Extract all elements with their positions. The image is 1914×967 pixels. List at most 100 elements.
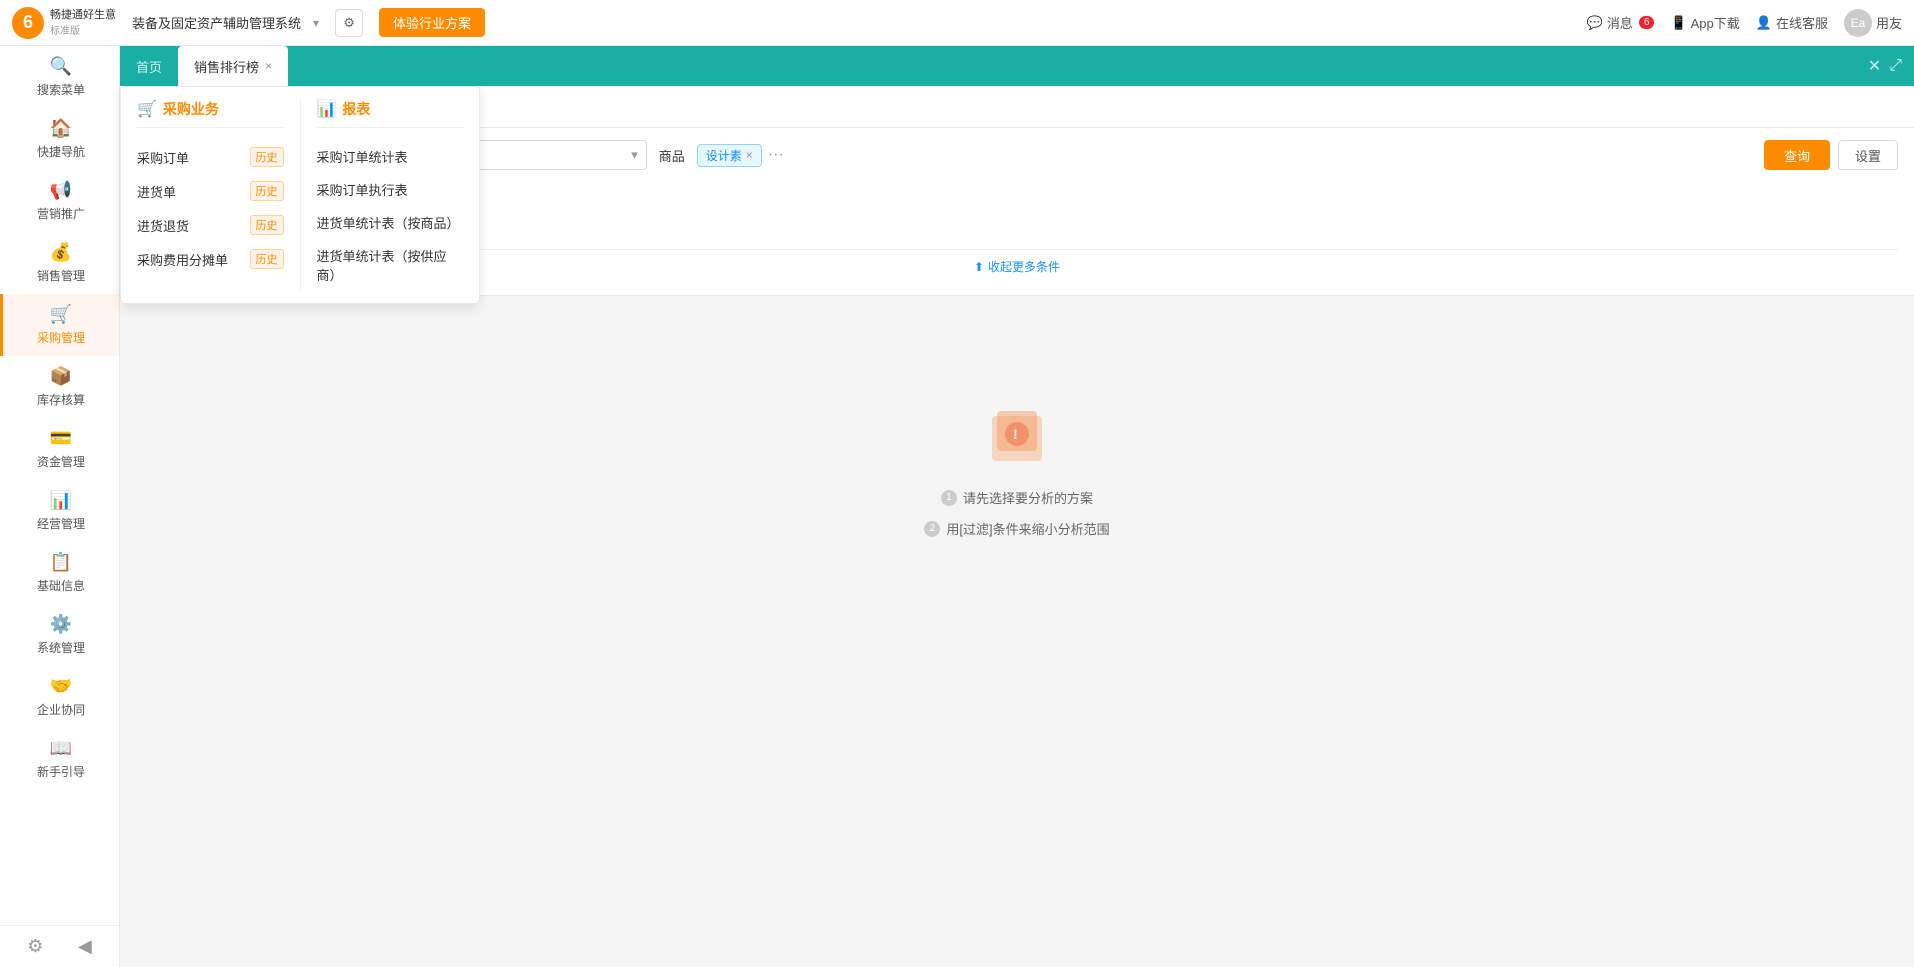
goods-more-dots[interactable]: ··· [768, 146, 784, 164]
sidebar-label-search: 搜索菜单 [37, 81, 85, 98]
menu-header-purchase: 🛒 采购业务 [137, 99, 284, 128]
sidebar-label-cooperation: 企业协同 [37, 701, 85, 718]
industry-button[interactable]: 体验行业方案 [379, 8, 485, 37]
return-label: 进货退货 [137, 216, 242, 235]
avatar: Ea [1844, 9, 1872, 37]
empty-step-2: 2 用[过滤]条件来缩小分析范围 [924, 519, 1109, 538]
user-label: 用友 [1876, 13, 1902, 32]
sidebar-item-guide[interactable]: 📖 新手引导 [0, 728, 119, 790]
top-header: 6 畅捷通好生意 标准版 装备及固定资产辅助管理系统 ▾ ⚙ 体验行业方案 💬 … [0, 0, 1914, 46]
menu-columns: 🛒 采购业务 采购订单 历史 进货单 历史 进货退货 历史 采购费用分摊单 历史 [121, 99, 479, 291]
sidebar-item-marketing[interactable]: 📢 营销推广 [0, 170, 119, 232]
sidebar-item-sales[interactable]: 💰 销售管理 [0, 232, 119, 294]
empty-text-2: 用[过滤]条件来缩小分析范围 [946, 519, 1109, 538]
message-label: 消息 [1607, 13, 1633, 32]
logo-sub: 标准版 [50, 22, 116, 37]
tab-sales-rank-label: 销售排行榜 [194, 57, 259, 76]
tab-bar: 首页 销售排行榜 × ✕ ⤢ [120, 46, 1914, 86]
goods-label: 商品 [659, 146, 685, 165]
sidebar-item-quick[interactable]: 🏠 快捷导航 [0, 108, 119, 170]
message-icon: 💬 [1587, 15, 1603, 31]
inbound-goods-label: 进货单统计表（按商品） [317, 213, 464, 232]
user-action[interactable]: Ea 用友 [1844, 9, 1902, 37]
inbound-supplier-label: 进货单统计表（按供应商） [317, 246, 464, 284]
goods-tag: 设计素 × [697, 144, 762, 167]
message-action[interactable]: 💬 消息 6 [1587, 13, 1655, 32]
menu-item-inbound-supplier[interactable]: 进货单统计表（按供应商） [317, 239, 464, 291]
report-col-title: 报表 [342, 99, 370, 119]
sidebar-item-system[interactable]: ⚙️ 系统管理 [0, 604, 119, 666]
sales-icon: 💰 [50, 242, 72, 263]
logo-area: 6 畅捷通好生意 标准版 [12, 7, 132, 39]
header-right: 💬 消息 6 📱 App下载 👤 在线客服 Ea 用友 [1587, 9, 1902, 37]
purchase-header-icon: 🛒 [137, 99, 157, 119]
sidebar-item-cooperation[interactable]: 🤝 企业协同 [0, 666, 119, 728]
svg-text:!: ! [1013, 426, 1018, 442]
collapse-text: 收起更多条件 [988, 258, 1060, 275]
step-num-1: 1 [941, 490, 957, 506]
sidebar-label-basic: 基础信息 [37, 577, 85, 594]
purchase-order-history: 历史 [250, 147, 284, 167]
system-icon: ⚙️ [50, 614, 72, 635]
tab-close-icon[interactable]: × [265, 59, 272, 73]
sidebar-settings-icon[interactable]: ⚙ [27, 936, 43, 957]
tab-home-label: 首页 [136, 57, 162, 76]
inbound-history: 历史 [250, 181, 284, 201]
sidebar-collapse-icon[interactable]: ◀ [78, 936, 92, 957]
report-header-icon: 📊 [317, 99, 337, 119]
sidebar-label-purchase: 采购管理 [37, 329, 85, 346]
sidebar-label-marketing: 营销推广 [37, 205, 85, 222]
tab-home[interactable]: 首页 [120, 46, 178, 86]
step-num-2: 2 [924, 521, 940, 537]
app-download-action[interactable]: 📱 App下载 [1670, 13, 1739, 32]
message-badge: 6 [1639, 16, 1655, 29]
cost-label: 采购费用分摊单 [137, 250, 242, 269]
system-dropdown-icon[interactable]: ▾ [313, 16, 319, 30]
cost-history: 历史 [250, 249, 284, 269]
guide-icon: 📖 [50, 738, 72, 759]
logo-icon: 6 [12, 7, 44, 39]
empty-step-1: 1 请先选择要分析的方案 [941, 488, 1093, 507]
phone-icon: 📱 [1670, 15, 1686, 31]
sidebar-bottom: ⚙ ◀ [0, 925, 119, 967]
sidebar-item-search[interactable]: 🔍 搜索菜单 [0, 46, 119, 108]
sidebar-item-operations[interactable]: 📊 经营管理 [0, 480, 119, 542]
marketing-icon: 📢 [50, 180, 72, 201]
gear-button[interactable]: ⚙ [335, 9, 363, 37]
basic-icon: 📋 [50, 552, 72, 573]
header-nav: 装备及固定资产辅助管理系统 ▾ ⚙ 体验行业方案 [132, 8, 1587, 37]
sidebar-item-capital[interactable]: 💳 资金管理 [0, 418, 119, 480]
tab-expand-icon[interactable]: ⤢ [1889, 57, 1902, 75]
menu-item-inbound-goods[interactable]: 进货单统计表（按商品） [317, 206, 464, 239]
tab-close-all-icon[interactable]: ✕ [1868, 56, 1881, 76]
settings-button[interactable]: 设置 [1838, 140, 1898, 170]
system-title: 装备及固定资产辅助管理系统 [132, 13, 301, 32]
purchase-icon: 🛒 [50, 304, 72, 325]
sidebar-label-guide: 新手引导 [37, 763, 85, 780]
search-icon: 🔍 [50, 56, 72, 77]
tab-bar-actions: ✕ ⤢ [1868, 56, 1914, 76]
operations-icon: 📊 [50, 490, 72, 511]
menu-col-report: 📊 报表 采购订单统计表 采购订单执行表 进货单统计表（按商品） 进货单统计表（… [300, 99, 480, 291]
sidebar-label-system: 系统管理 [37, 639, 85, 656]
menu-item-order-stat[interactable]: 采购订单统计表 [317, 140, 464, 173]
menu-header-report: 📊 报表 [317, 99, 464, 128]
order-exec-label: 采购订单执行表 [317, 180, 464, 199]
menu-item-cost[interactable]: 采购费用分摊单 历史 [137, 242, 284, 276]
online-service-action[interactable]: 👤 在线客服 [1756, 13, 1828, 32]
menu-item-order-exec[interactable]: 采购订单执行表 [317, 173, 464, 206]
tab-sales-rank[interactable]: 销售排行榜 × [178, 46, 288, 86]
goods-tag-remove[interactable]: × [746, 148, 753, 162]
sidebar-label-capital: 资金管理 [37, 453, 85, 470]
capital-icon: 💳 [50, 428, 72, 449]
query-button[interactable]: 查询 [1764, 140, 1830, 170]
menu-item-inbound[interactable]: 进货单 历史 [137, 174, 284, 208]
doc-status-select[interactable]: ▾ [467, 140, 647, 170]
sidebar-item-purchase[interactable]: 🛒 采购管理 [0, 294, 119, 356]
inbound-label: 进货单 [137, 182, 242, 201]
empty-text-1: 请先选择要分析的方案 [963, 488, 1093, 507]
sidebar-item-inventory[interactable]: 📦 库存核算 [0, 356, 119, 418]
menu-item-return[interactable]: 进货退货 历史 [137, 208, 284, 242]
sidebar-item-basic[interactable]: 📋 基础信息 [0, 542, 119, 604]
menu-item-purchase-order[interactable]: 采购订单 历史 [137, 140, 284, 174]
